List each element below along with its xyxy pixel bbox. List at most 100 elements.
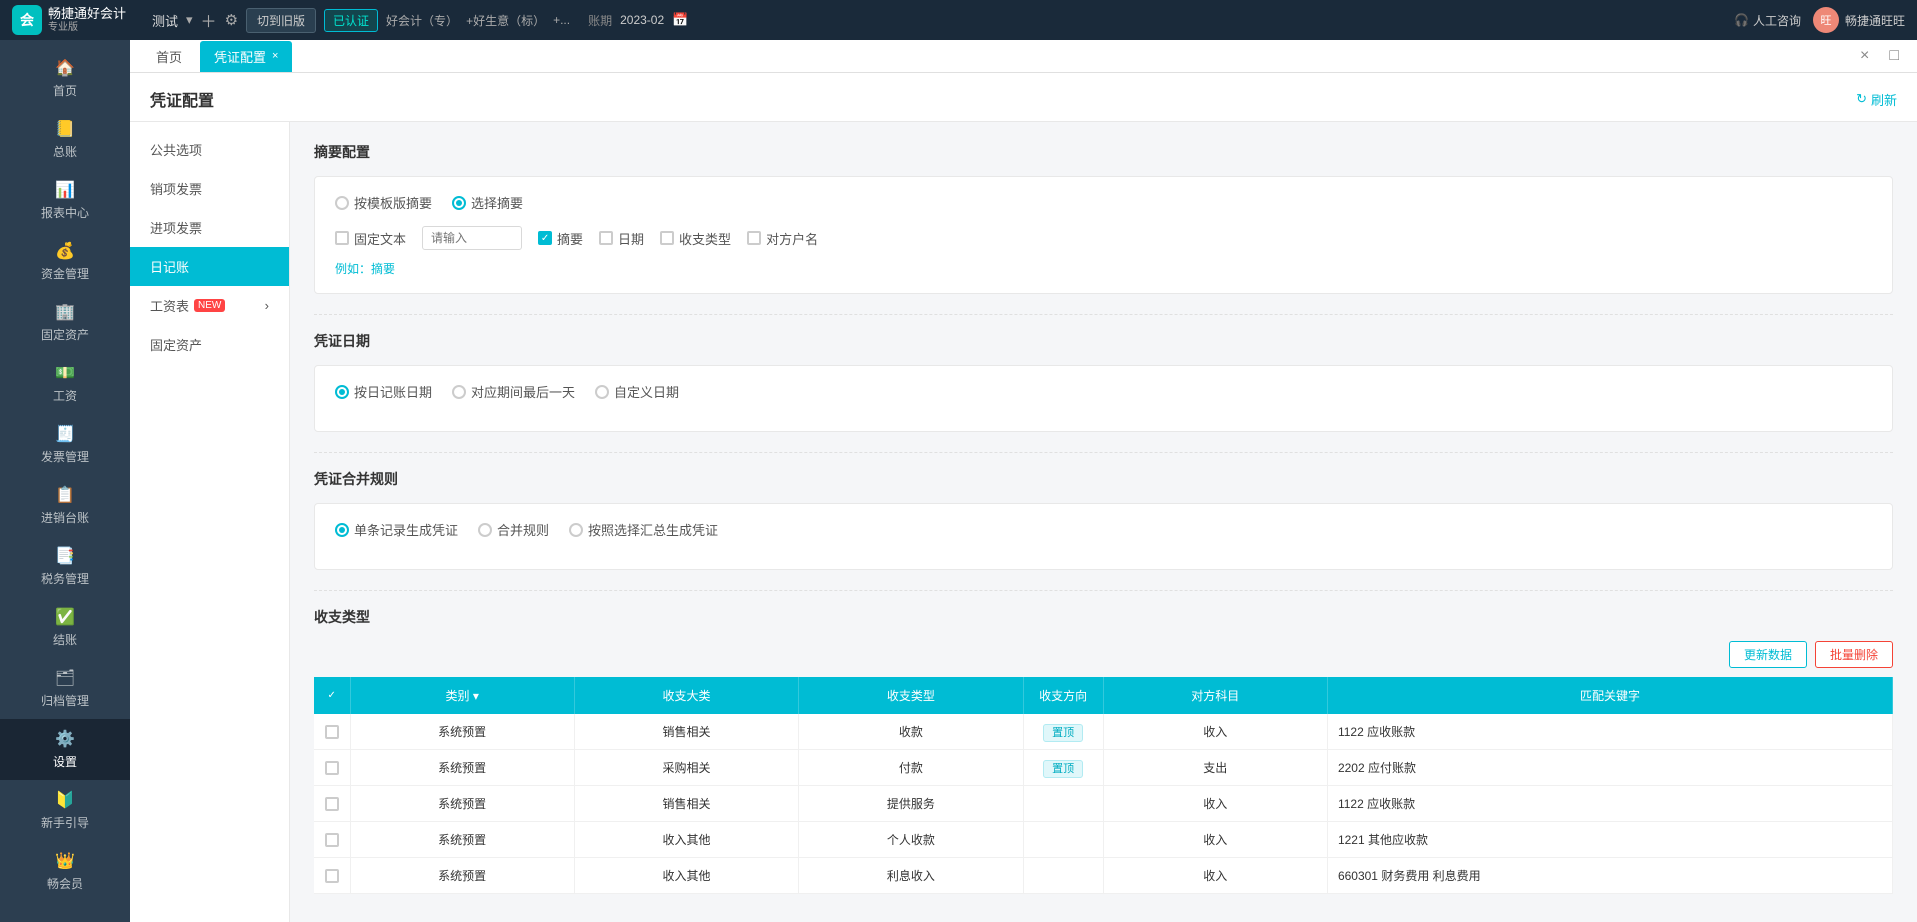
row5-checkbox[interactable] <box>325 869 339 883</box>
radio-merge-rule[interactable]: 合并规则 <box>478 520 549 539</box>
topbar: 会 畅捷通好会计 专业版 测试 ▾ ＋ ⚙ 切到旧版 已认证 好会计（专） +好… <box>0 0 1917 40</box>
table-row: 系统预置 销售相关 提供服务 收入 1122 应收账款 <box>314 786 1893 822</box>
table-row: 系统预置 收入其他 利息收入 收入 660301 财务费用 利息费用 <box>314 858 1893 894</box>
sidebar-item-guide[interactable]: 🔰 新手引导 <box>0 780 130 841</box>
voucher-date-radio-group: 按日记账日期 对应期间最后一天 自定义日期 <box>335 382 1872 401</box>
update-data-button[interactable]: 更新数据 <box>1729 641 1807 668</box>
reset-tag-1[interactable]: 置顶 <box>1043 724 1083 742</box>
checkbox-date-box <box>599 231 613 245</box>
left-menu-item-fixed-assets[interactable]: 固定资产 <box>130 325 289 364</box>
row4-checkbox[interactable] <box>325 833 339 847</box>
tab-maximize-button[interactable]: □ <box>1883 45 1905 67</box>
sidebar-item-salary[interactable]: 💵 工资 <box>0 353 130 414</box>
logo-icon: 会 <box>12 5 42 35</box>
checkbox-counterparty[interactable]: 对方户名 <box>747 229 818 248</box>
tab-minimize-button[interactable]: × <box>1854 45 1875 67</box>
sidebar-item-invoice[interactable]: 🧾 发票管理 <box>0 414 130 475</box>
tab-voucher-config[interactable]: 凭证配置 × <box>200 41 292 72</box>
payment-types-table-full: ✓ 类别 ▾ 收支大类 收支类型 收支方向 对方科目 匹配关键字 <box>314 677 1893 894</box>
radio-select-summary[interactable]: 选择摘要 <box>452 193 523 212</box>
table-row: 系统预置 销售相关 收款 置顶 收入 1122 应收账款 <box>314 714 1893 750</box>
sidebar-item-funds[interactable]: 💰 资金管理 <box>0 231 130 292</box>
summary-checkbox-row: 固定文本 ✓ 摘要 日期 <box>335 226 1872 250</box>
radio-merge-circle <box>478 523 492 537</box>
member-icon: 👑 <box>55 851 75 871</box>
funds-icon: 💰 <box>55 241 75 261</box>
ledger-icon: 📒 <box>55 119 75 139</box>
help-button[interactable]: 🎧 人工咨询 <box>1734 12 1801 29</box>
gear-icon[interactable]: ⚙ <box>225 11 238 29</box>
row1-checkbox[interactable] <box>325 725 339 739</box>
topbar-right: 🎧 人工咨询 旺 畅捷通旺旺 <box>1734 7 1905 33</box>
settings-icon: ⚙️ <box>55 729 75 749</box>
payment-types-section: 收支类型 更新数据 批量删除 ✓ 类别 ▾ 收支大类 <box>314 607 1893 894</box>
sidebar-item-label: 工资 <box>53 387 77 404</box>
headset-icon: 🎧 <box>1734 13 1749 27</box>
th-checkbox: ✓ <box>314 677 350 714</box>
radio-by-template[interactable]: 按模板版摘要 <box>335 193 432 212</box>
sidebar-item-label: 设置 <box>53 753 77 770</box>
sidebar-item-closing[interactable]: ✅ 结账 <box>0 597 130 658</box>
tab-home[interactable]: 首页 <box>142 41 196 72</box>
checkbox-payment-type[interactable]: 收支类型 <box>660 229 731 248</box>
certified-tag: 已认证 <box>324 9 378 32</box>
logo-text: 畅捷通好会计 专业版 <box>48 6 126 34</box>
row3-checkbox[interactable] <box>325 797 339 811</box>
left-menu-item-journal[interactable]: 日记账 <box>130 247 289 286</box>
voucher-date-title: 凭证日期 <box>314 331 1893 351</box>
checkbox-summary[interactable]: ✓ 摘要 <box>538 229 583 248</box>
home-icon: 🏠 <box>55 58 75 78</box>
table-actions: 更新数据 批量删除 <box>314 641 1893 668</box>
summary-radio-group: 按模板版摘要 选择摘要 <box>335 193 1872 212</box>
right-content: 摘要配置 按模板版摘要 选择摘要 <box>290 122 1917 922</box>
sidebar-item-assets[interactable]: 🏢 固定资产 <box>0 292 130 353</box>
sidebar-item-label: 畅会员 <box>47 875 83 892</box>
username: 畅捷通旺旺 <box>1845 12 1905 29</box>
left-menu-item-public[interactable]: 公共选项 <box>130 130 289 169</box>
row2-checkbox[interactable] <box>325 761 339 775</box>
radio-by-selection[interactable]: 按照选择汇总生成凭证 <box>569 520 718 539</box>
tab-bar: 首页 凭证配置 × × □ <box>130 40 1917 73</box>
table-row: 系统预置 采购相关 付款 置顶 支出 2202 应付账款 <box>314 750 1893 786</box>
radio-selection-circle <box>569 523 583 537</box>
left-menu-item-sales-invoice[interactable]: 销项发票 <box>130 169 289 208</box>
radio-by-journal-date[interactable]: 按日记账日期 <box>335 382 432 401</box>
th-keywords: 匹配关键字 <box>1327 677 1892 714</box>
sidebar-item-member[interactable]: 👑 畅会员 <box>0 841 130 902</box>
radio-period-last-day[interactable]: 对应期间最后一天 <box>452 382 575 401</box>
left-menu-item-payroll[interactable]: 工资表 NEW › <box>130 286 289 325</box>
sidebar-item-home[interactable]: 🏠 首页 <box>0 48 130 109</box>
sidebar-item-label: 资金管理 <box>41 265 89 282</box>
dropdown-icon[interactable]: ▾ <box>186 12 193 28</box>
left-menu: 公共选项 销项发票 进项发票 日记账 工资表 NEW › 固定资产 <box>130 122 290 922</box>
sidebar-item-tax[interactable]: 📑 税务管理 <box>0 536 130 597</box>
sidebar-item-reports[interactable]: 📊 报表中心 <box>0 170 130 231</box>
switch-old-version-button[interactable]: 切到旧版 <box>246 8 316 33</box>
select-all-checkbox-2[interactable]: ✓ <box>325 689 339 703</box>
radio-journal-date-circle <box>335 385 349 399</box>
radio-period-last-circle <box>452 385 466 399</box>
chevron-right-icon: › <box>265 298 269 313</box>
left-menu-item-purchase-invoice[interactable]: 进项发票 <box>130 208 289 247</box>
radio-single-circle <box>335 523 349 537</box>
refresh-button[interactable]: ↻ 刷新 <box>1856 90 1897 109</box>
radio-custom-date[interactable]: 自定义日期 <box>595 382 679 401</box>
add-icon[interactable]: ＋ <box>201 8 217 32</box>
sidebar-item-archive[interactable]: 🗂 归档管理 <box>0 658 130 719</box>
sidebar-item-settings[interactable]: ⚙️ 设置 <box>0 719 130 780</box>
checkbox-date[interactable]: 日期 <box>599 229 644 248</box>
calendar-icon[interactable]: 📅 <box>672 12 688 28</box>
salary-icon: 💵 <box>55 363 75 383</box>
radio-single-record[interactable]: 单条记录生成凭证 <box>335 520 458 539</box>
tab-close-button[interactable]: × <box>272 50 278 62</box>
sidebar-item-purchase-sale[interactable]: 📋 进销台账 <box>0 475 130 536</box>
fixed-text-input[interactable] <box>422 226 522 250</box>
reset-tag-2[interactable]: 置顶 <box>1043 760 1083 778</box>
summary-config-section: 摘要配置 按模板版摘要 选择摘要 <box>314 142 1893 294</box>
sidebar-item-label: 进销台账 <box>41 509 89 526</box>
new-badge: NEW <box>194 299 225 312</box>
checkbox-fixed-text[interactable]: 固定文本 <box>335 229 406 248</box>
batch-delete-button[interactable]: 批量删除 <box>1815 641 1893 668</box>
sidebar-item-ledger[interactable]: 📒 总账 <box>0 109 130 170</box>
accounting-tag: 好会计（专） <box>386 12 458 29</box>
